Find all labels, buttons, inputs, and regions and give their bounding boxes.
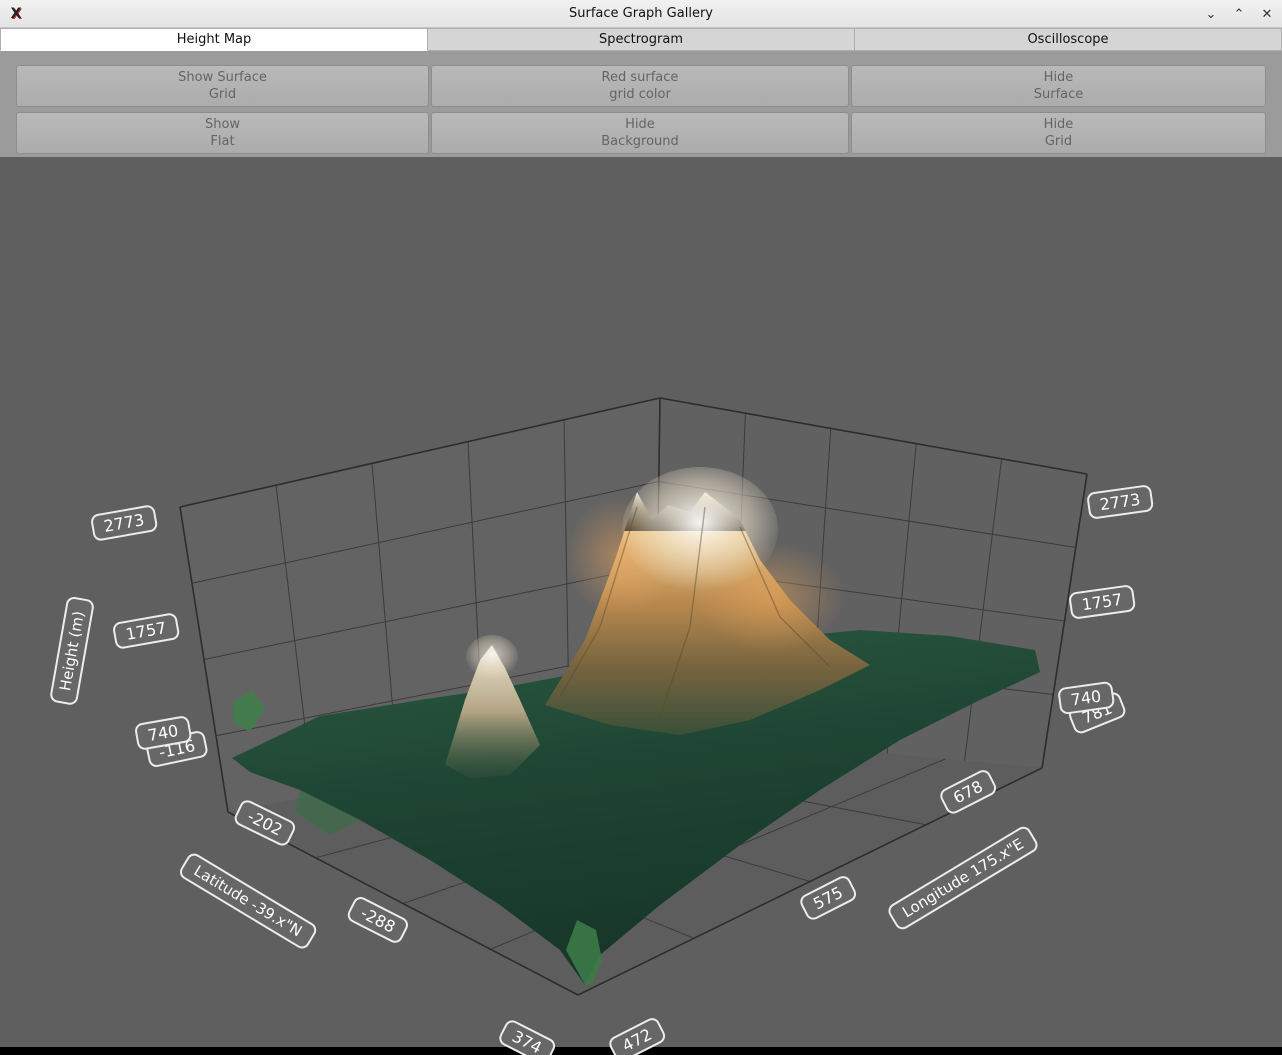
button-label: grid color (609, 86, 671, 103)
hide-surface-button[interactable]: Hide Surface (851, 65, 1266, 107)
button-label: Hide (625, 116, 655, 133)
button-label: Show Surface (178, 69, 267, 86)
hide-background-button[interactable]: Hide Background (431, 112, 849, 154)
button-label: Flat (210, 133, 234, 150)
minimize-icon[interactable]: ⌄ (1202, 5, 1220, 23)
tab-spectrogram[interactable]: Spectrogram (428, 28, 855, 51)
hide-grid-button[interactable]: Hide Grid (851, 112, 1266, 154)
title-bar: X Surface Graph Gallery ⌄ ⌃ ✕ (0, 0, 1282, 28)
show-surface-grid-button[interactable]: Show Surface Grid (16, 65, 429, 107)
button-panel: Show Surface Grid Red surface grid color… (0, 51, 1282, 157)
tab-bar: Height Map Spectrogram Oscilloscope (0, 28, 1282, 51)
surface-grid-color-button[interactable]: Red surface grid color (431, 65, 849, 107)
button-label: Red surface (602, 69, 679, 86)
maximize-icon[interactable]: ⌃ (1230, 5, 1248, 23)
button-label: Grid (209, 86, 236, 103)
window-title: Surface Graph Gallery (569, 6, 713, 21)
app-icon[interactable]: X (7, 5, 25, 23)
show-flat-button[interactable]: Show Flat (16, 112, 429, 154)
close-icon[interactable]: ✕ (1258, 5, 1276, 23)
button-label: Hide (1044, 116, 1074, 133)
tab-height-map[interactable]: Height Map (0, 28, 428, 51)
tab-oscilloscope[interactable]: Oscilloscope (855, 28, 1282, 51)
surface-plot[interactable]: 2773 1757 -116 740 2773 1757 781 740 -20… (0, 157, 1282, 1047)
button-label: Show (205, 116, 240, 133)
button-label: Hide (1044, 69, 1074, 86)
window-controls: ⌄ ⌃ ✕ (1202, 0, 1276, 28)
button-label: Background (601, 133, 679, 150)
button-label: Surface (1034, 86, 1084, 103)
button-label: Grid (1045, 133, 1072, 150)
